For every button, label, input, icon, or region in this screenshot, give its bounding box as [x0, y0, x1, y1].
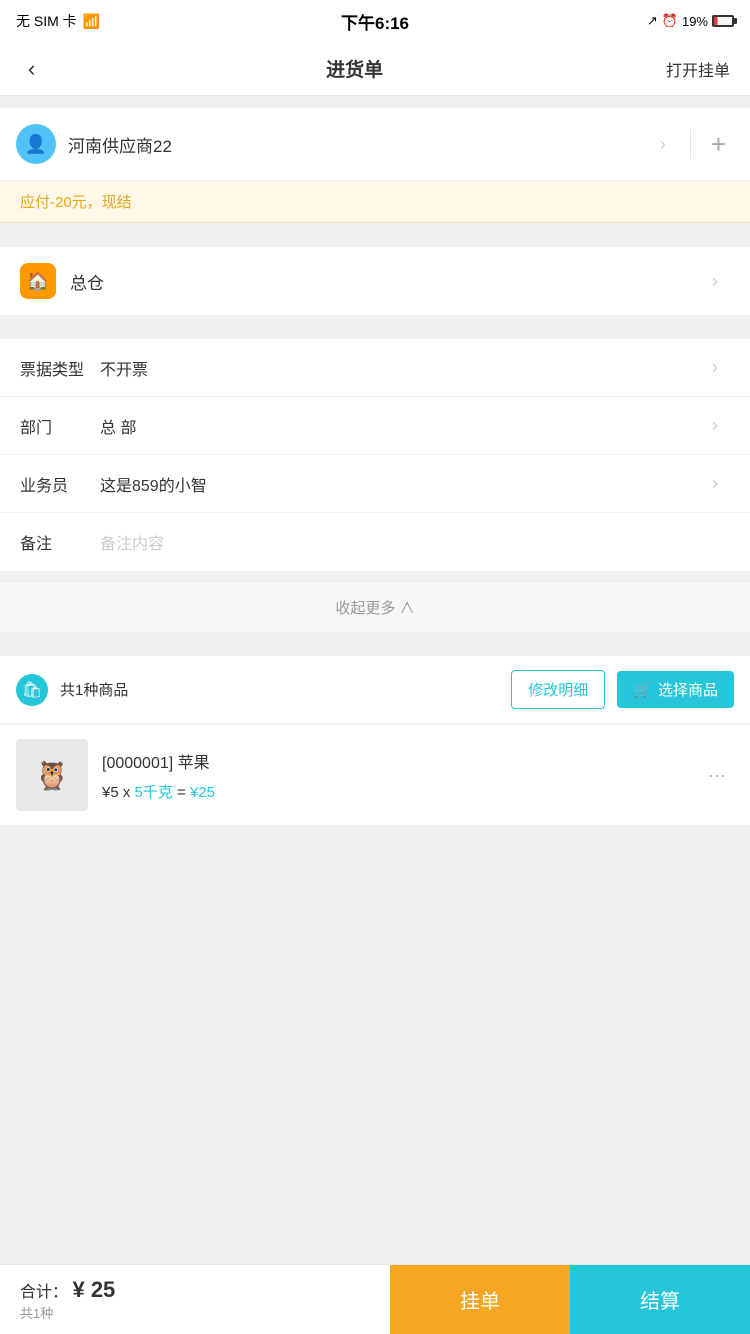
product-thumbnail: 🦉: [16, 739, 88, 811]
select-product-button[interactable]: 🛒 选择商品: [617, 671, 734, 708]
carrier-label: 无 SIM 卡: [16, 11, 77, 31]
dept-label: 部门: [20, 414, 100, 438]
salesperson-value: 这是859的小智: [100, 472, 712, 496]
status-left: 无 SIM 卡 📶: [16, 11, 100, 31]
supplier-name: 河南供应商22: [68, 132, 660, 157]
nav-bar: ‹ 进货单 打开挂单: [0, 42, 750, 96]
products-count: 共1种商品: [60, 679, 499, 700]
supplier-row[interactable]: 👤 河南供应商22 ›: [16, 108, 678, 180]
remark-label: 备注: [20, 530, 100, 554]
supplier-section: 👤 河南供应商22 › +: [0, 108, 750, 181]
bottom-bar: 合计： ¥ 25 共1种 挂单 结算: [0, 1264, 750, 1334]
battery-percent: 19%: [682, 14, 708, 29]
cart-icon: 🛒: [633, 681, 652, 699]
warning-banner: 应付-20元，现结: [0, 181, 750, 223]
warehouse-row[interactable]: 🏠 总仓 ›: [0, 247, 750, 315]
total-section: 合计： ¥ 25 共1种: [0, 1277, 390, 1322]
collapse-button[interactable]: 收起更多 ∧: [0, 583, 750, 632]
wifi-icon: 📶: [83, 13, 100, 30]
products-header: 🛍 共1种商品 修改明细 🛒 选择商品: [0, 656, 750, 723]
total-price: ¥25: [190, 784, 215, 801]
warehouse-name: 总仓: [70, 269, 712, 294]
gap-4: [0, 632, 750, 644]
warehouse-icon: 🏠: [20, 263, 56, 299]
supplier-avatar: 👤: [16, 124, 56, 164]
total-amount: 合计： ¥ 25: [20, 1277, 370, 1303]
bag-icon: 🛍: [22, 680, 42, 700]
select-product-label: 选择商品: [658, 679, 718, 700]
salesperson-row[interactable]: 业务员 这是859的小智 ›: [0, 455, 750, 513]
total-value: ¥ 25: [72, 1277, 115, 1302]
checkout-button[interactable]: 结算: [570, 1265, 750, 1334]
status-right: ↗ ⏰ 19%: [647, 13, 734, 29]
total-count: 共1种: [20, 1303, 370, 1322]
product-info: [0000001] 苹果 ¥5 x 5千克 = ¥25: [102, 749, 686, 802]
dept-value: 总 部: [100, 414, 712, 438]
invoice-chevron-icon: ›: [712, 357, 718, 378]
total-label: 合计：: [20, 1284, 68, 1301]
page-title: 进货单: [326, 55, 383, 82]
gap-3: [0, 315, 750, 327]
product-more-button[interactable]: ···: [700, 761, 734, 790]
products-icon: 🛍: [16, 674, 48, 706]
collapse-label: 收起更多 ∧: [335, 600, 414, 617]
warning-text: 应付-20元，现结: [20, 194, 132, 211]
status-time: 下午6:16: [341, 9, 409, 34]
open-pending-button[interactable]: 打开挂单: [666, 57, 730, 81]
product-name: [0000001] 苹果: [102, 749, 686, 773]
form-section: 票据类型 不开票 › 部门 总 部 › 业务员 这是859的小智 › 备注 备注…: [0, 339, 750, 571]
modify-detail-button[interactable]: 修改明细: [511, 670, 605, 709]
product-code: [0000001] 苹果: [102, 755, 210, 772]
invoice-value: 不开票: [100, 356, 712, 380]
add-supplier-button[interactable]: +: [703, 125, 734, 164]
status-bar: 无 SIM 卡 📶 下午6:16 ↗ ⏰ 19%: [0, 0, 750, 42]
remark-placeholder: 备注内容: [100, 530, 730, 554]
content-area: 👤 河南供应商22 › + 应付-20元，现结 🏠 总仓 › 票据类型 不开票 …: [0, 96, 750, 905]
alarm-icon: ⏰: [662, 13, 678, 29]
gap-1: [0, 96, 750, 108]
invoice-row[interactable]: 票据类型 不开票 ›: [0, 339, 750, 397]
salesperson-label: 业务员: [20, 472, 100, 496]
dept-chevron-icon: ›: [712, 415, 718, 436]
warehouse-chevron-icon: ›: [712, 271, 718, 292]
owl-icon: 🦉: [35, 759, 70, 792]
warehouse-section: 🏠 总仓 ›: [0, 247, 750, 315]
equals: =: [173, 784, 190, 801]
product-price: ¥5 x 5千克 = ¥25: [102, 781, 686, 802]
pend-button[interactable]: 挂单: [390, 1265, 570, 1334]
supplier-divider: [690, 129, 691, 159]
supplier-chevron-icon: ›: [660, 134, 666, 155]
dept-row[interactable]: 部门 总 部 ›: [0, 397, 750, 455]
product-item: 🦉 [0000001] 苹果 ¥5 x 5千克 = ¥25 ···: [0, 725, 750, 825]
salesperson-chevron-icon: ›: [712, 473, 718, 494]
gap-2: [0, 223, 750, 235]
quantity: 5千克: [135, 784, 173, 801]
location-icon: ↗: [647, 13, 658, 29]
back-button[interactable]: ‹: [20, 48, 43, 90]
battery-icon: [712, 15, 734, 27]
invoice-label: 票据类型: [20, 356, 100, 380]
unit-price: ¥5 x: [102, 784, 135, 801]
avatar-icon: 👤: [25, 134, 47, 155]
remark-row[interactable]: 备注 备注内容: [0, 513, 750, 571]
